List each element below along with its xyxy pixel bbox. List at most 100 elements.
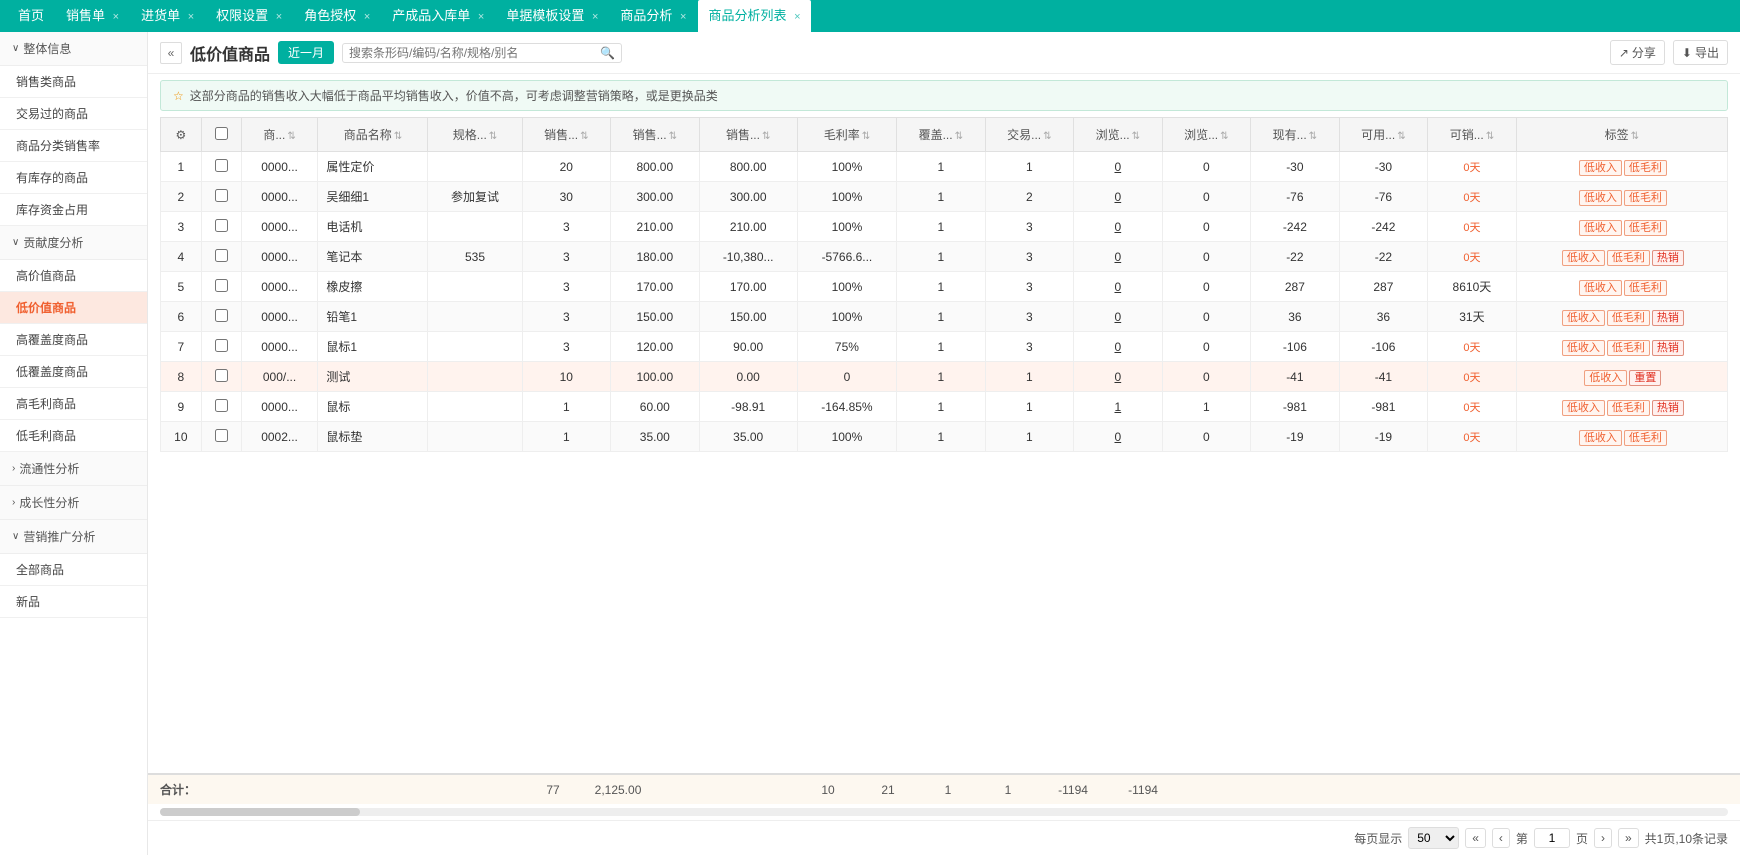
tag[interactable]: 低毛利 (1624, 220, 1667, 236)
sidebar-item-high-margin[interactable]: 高毛利商品 (0, 388, 147, 420)
sidebar-item-high-value[interactable]: 高价值商品 (0, 260, 147, 292)
cell-checkbox[interactable] (201, 332, 241, 362)
col-trade[interactable]: 交易...⇅ (985, 118, 1074, 152)
tag[interactable]: 低毛利 (1624, 430, 1667, 446)
cell-checkbox[interactable] (201, 182, 241, 212)
col-sales-qty[interactable]: 销售...⇅ (522, 118, 611, 152)
sidebar-group-growth[interactable]: › 成长性分析 (0, 486, 147, 520)
next-page-button[interactable]: › (1594, 828, 1612, 848)
tag[interactable]: 低毛利 (1607, 310, 1650, 326)
nav-template-close[interactable]: × (592, 11, 598, 23)
share-button[interactable]: ↗ 分享 (1610, 40, 1665, 65)
sidebar-item-low-coverage[interactable]: 低覆盖度商品 (0, 356, 147, 388)
cell-name[interactable]: 属性定价 (318, 152, 428, 182)
tag[interactable]: 热销 (1652, 250, 1684, 266)
col-browse2[interactable]: 浏览...⇅ (1162, 118, 1251, 152)
col-browse1[interactable]: 浏览...⇅ (1074, 118, 1163, 152)
row-checkbox[interactable] (215, 279, 228, 292)
col-tags[interactable]: 标签⇅ (1516, 118, 1727, 152)
browse1-link[interactable]: 0 (1114, 190, 1121, 204)
scrollbar-thumb[interactable] (160, 808, 360, 816)
col-sellable-days[interactable]: 可销...⇅ (1428, 118, 1517, 152)
sidebar-group-overall[interactable]: ∨ 整体信息 (0, 32, 147, 66)
nav-products-in[interactable]: 产成品入库单 × (382, 0, 494, 32)
row-checkbox[interactable] (215, 159, 228, 172)
last-page-button[interactable]: » (1618, 828, 1639, 848)
sidebar-item-low-value[interactable]: 低价值商品 (0, 292, 147, 324)
row-checkbox[interactable] (215, 429, 228, 442)
scrollbar-track[interactable] (160, 808, 1728, 816)
prev-page-button[interactable]: ‹ (1492, 828, 1510, 848)
cell-name[interactable]: 鼠标垫 (318, 422, 428, 452)
sidebar-item-all-products[interactable]: 全部商品 (0, 554, 147, 586)
cell-name[interactable]: 笔记本 (318, 242, 428, 272)
nav-permissions[interactable]: 权限设置 × (206, 0, 292, 32)
cell-name[interactable]: 鼠标 (318, 392, 428, 422)
cell-checkbox[interactable] (201, 302, 241, 332)
cell-name[interactable]: 电话机 (318, 212, 428, 242)
row-checkbox[interactable] (215, 339, 228, 352)
tag[interactable]: 低收入 (1562, 340, 1605, 356)
tag[interactable]: 低毛利 (1624, 280, 1667, 296)
collapse-sidebar-button[interactable]: « (160, 42, 182, 64)
tag[interactable]: 低收入 (1584, 370, 1627, 386)
search-input[interactable] (349, 46, 600, 60)
browse1-link[interactable]: 0 (1114, 250, 1121, 264)
col-current-stock[interactable]: 现有...⇅ (1251, 118, 1340, 152)
sidebar-item-low-margin[interactable]: 低毛利商品 (0, 420, 147, 452)
col-name[interactable]: 商品名称⇅ (318, 118, 428, 152)
cell-name[interactable]: 鼠标1 (318, 332, 428, 362)
tag[interactable]: 低收入 (1579, 280, 1622, 296)
sidebar-item-traded[interactable]: 交易过的商品 (0, 98, 147, 130)
tag[interactable]: 低毛利 (1624, 190, 1667, 206)
nav-analysis[interactable]: 商品分析 × (610, 0, 696, 32)
browse1-link[interactable]: 0 (1114, 280, 1121, 294)
cell-checkbox[interactable] (201, 152, 241, 182)
tag[interactable]: 低收入 (1562, 310, 1605, 326)
browse1-link[interactable]: 0 (1114, 430, 1121, 444)
browse1-link[interactable]: 0 (1114, 310, 1121, 324)
tag[interactable]: 低收入 (1562, 400, 1605, 416)
tag[interactable]: 低收入 (1579, 160, 1622, 176)
cell-name[interactable]: 铅笔1 (318, 302, 428, 332)
browse1-link[interactable]: 0 (1114, 220, 1121, 234)
col-spec[interactable]: 规格...⇅ (428, 118, 522, 152)
row-checkbox[interactable] (215, 189, 228, 202)
cell-checkbox[interactable] (201, 212, 241, 242)
tag[interactable]: 低收入 (1562, 250, 1605, 266)
sidebar-group-liquidity[interactable]: › 流通性分析 (0, 452, 147, 486)
browse1-link[interactable]: 0 (1114, 160, 1121, 174)
export-button[interactable]: ⬇ 导出 (1673, 40, 1728, 65)
col-available-stock[interactable]: 可用...⇅ (1339, 118, 1428, 152)
sidebar-item-stock-products[interactable]: 有库存的商品 (0, 162, 147, 194)
cell-checkbox[interactable] (201, 272, 241, 302)
cell-checkbox[interactable] (201, 362, 241, 392)
tag[interactable]: 低毛利 (1607, 250, 1650, 266)
row-checkbox[interactable] (215, 219, 228, 232)
nav-home[interactable]: 首页 (8, 0, 54, 32)
select-all-checkbox[interactable] (215, 127, 228, 140)
cell-browse1[interactable]: 0 (1074, 302, 1163, 332)
nav-roles-close[interactable]: × (364, 11, 370, 23)
browse1-link[interactable]: 0 (1114, 370, 1121, 384)
sidebar-item-stock-capital[interactable]: 库存资金占用 (0, 194, 147, 226)
tag[interactable]: 低收入 (1579, 220, 1622, 236)
tag[interactable]: 低收入 (1579, 190, 1622, 206)
nav-analysis-close[interactable]: × (680, 11, 686, 23)
cell-browse1[interactable]: 0 (1074, 272, 1163, 302)
tag[interactable]: 热销 (1652, 310, 1684, 326)
col-sales-amount[interactable]: 销售...⇅ (699, 118, 797, 152)
col-coverage[interactable]: 覆盖...⇅ (897, 118, 986, 152)
nav-permissions-close[interactable]: × (276, 11, 282, 23)
filter-month-button[interactable]: 近一月 (278, 41, 334, 64)
cell-name[interactable]: 测试 (318, 362, 428, 392)
cell-checkbox[interactable] (201, 392, 241, 422)
nav-analysis-list-close[interactable]: × (794, 11, 800, 23)
nav-purchase-close[interactable]: × (188, 11, 194, 23)
cell-browse1[interactable]: 1 (1074, 392, 1163, 422)
tag[interactable]: 热销 (1652, 400, 1684, 416)
nav-products-in-close[interactable]: × (478, 11, 484, 23)
browse1-link[interactable]: 0 (1114, 340, 1121, 354)
tag[interactable]: 低收入 (1579, 430, 1622, 446)
search-icon[interactable]: 🔍 (600, 46, 615, 60)
